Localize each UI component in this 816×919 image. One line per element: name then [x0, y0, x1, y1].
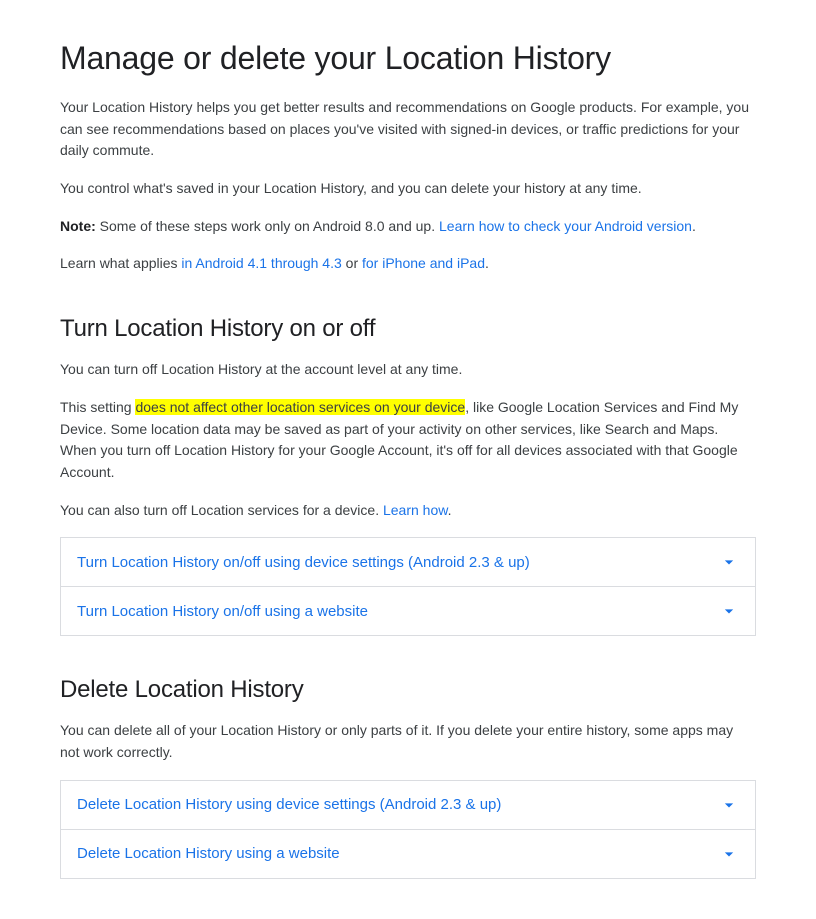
chevron-down-icon	[719, 552, 739, 572]
note-label: Note:	[60, 218, 96, 234]
accordion-delete: Delete Location History using device set…	[60, 780, 756, 879]
iphone-ipad-link[interactable]: for iPhone and iPad	[362, 255, 485, 271]
note-period: .	[692, 218, 696, 234]
section2-p1: You can delete all of your Location Hist…	[60, 720, 756, 763]
p2-prefix: This setting	[60, 399, 135, 415]
p3-text: You can also turn off Location services …	[60, 502, 383, 518]
p2-highlight: does not affect other location services …	[135, 399, 465, 415]
p3-period: .	[448, 502, 452, 518]
intro-paragraph-2: You control what's saved in your Locatio…	[60, 178, 756, 200]
learn-prefix: Learn what applies	[60, 255, 181, 271]
chevron-down-icon	[719, 844, 739, 864]
section-heading-turn: Turn Location History on or off	[60, 315, 756, 343]
accordion-item-delete-device[interactable]: Delete Location History using device set…	[61, 781, 755, 830]
learn-paragraph: Learn what applies in Android 4.1 throug…	[60, 253, 756, 275]
section1-p3: You can also turn off Location services …	[60, 500, 756, 522]
learn-mid: or	[342, 255, 362, 271]
section-heading-delete: Delete Location History	[60, 676, 756, 704]
accordion-item-turn-device[interactable]: Turn Location History on/off using devic…	[61, 538, 755, 587]
accordion-turn: Turn Location History on/off using devic…	[60, 537, 756, 636]
android-version-link[interactable]: Learn how to check your Android version	[439, 218, 692, 234]
intro-paragraph-1: Your Location History helps you get bett…	[60, 97, 756, 162]
accordion-label: Turn Location History on/off using devic…	[77, 554, 530, 571]
android-older-link[interactable]: in Android 4.1 through 4.3	[181, 255, 341, 271]
section1-p2: This setting does not affect other locat…	[60, 397, 756, 484]
section1-p1: You can turn off Location History at the…	[60, 359, 756, 381]
accordion-label: Delete Location History using a website	[77, 845, 340, 862]
note-paragraph: Note: Some of these steps work only on A…	[60, 216, 756, 238]
note-text: Some of these steps work only on Android…	[96, 218, 439, 234]
accordion-item-delete-website[interactable]: Delete Location History using a website	[61, 830, 755, 878]
accordion-label: Turn Location History on/off using a web…	[77, 603, 368, 620]
chevron-down-icon	[719, 795, 739, 815]
chevron-down-icon	[719, 601, 739, 621]
page-title: Manage or delete your Location History	[60, 40, 756, 77]
learn-period: .	[485, 255, 489, 271]
accordion-label: Delete Location History using device set…	[77, 796, 501, 813]
accordion-item-turn-website[interactable]: Turn Location History on/off using a web…	[61, 587, 755, 635]
learn-how-link[interactable]: Learn how	[383, 502, 448, 518]
